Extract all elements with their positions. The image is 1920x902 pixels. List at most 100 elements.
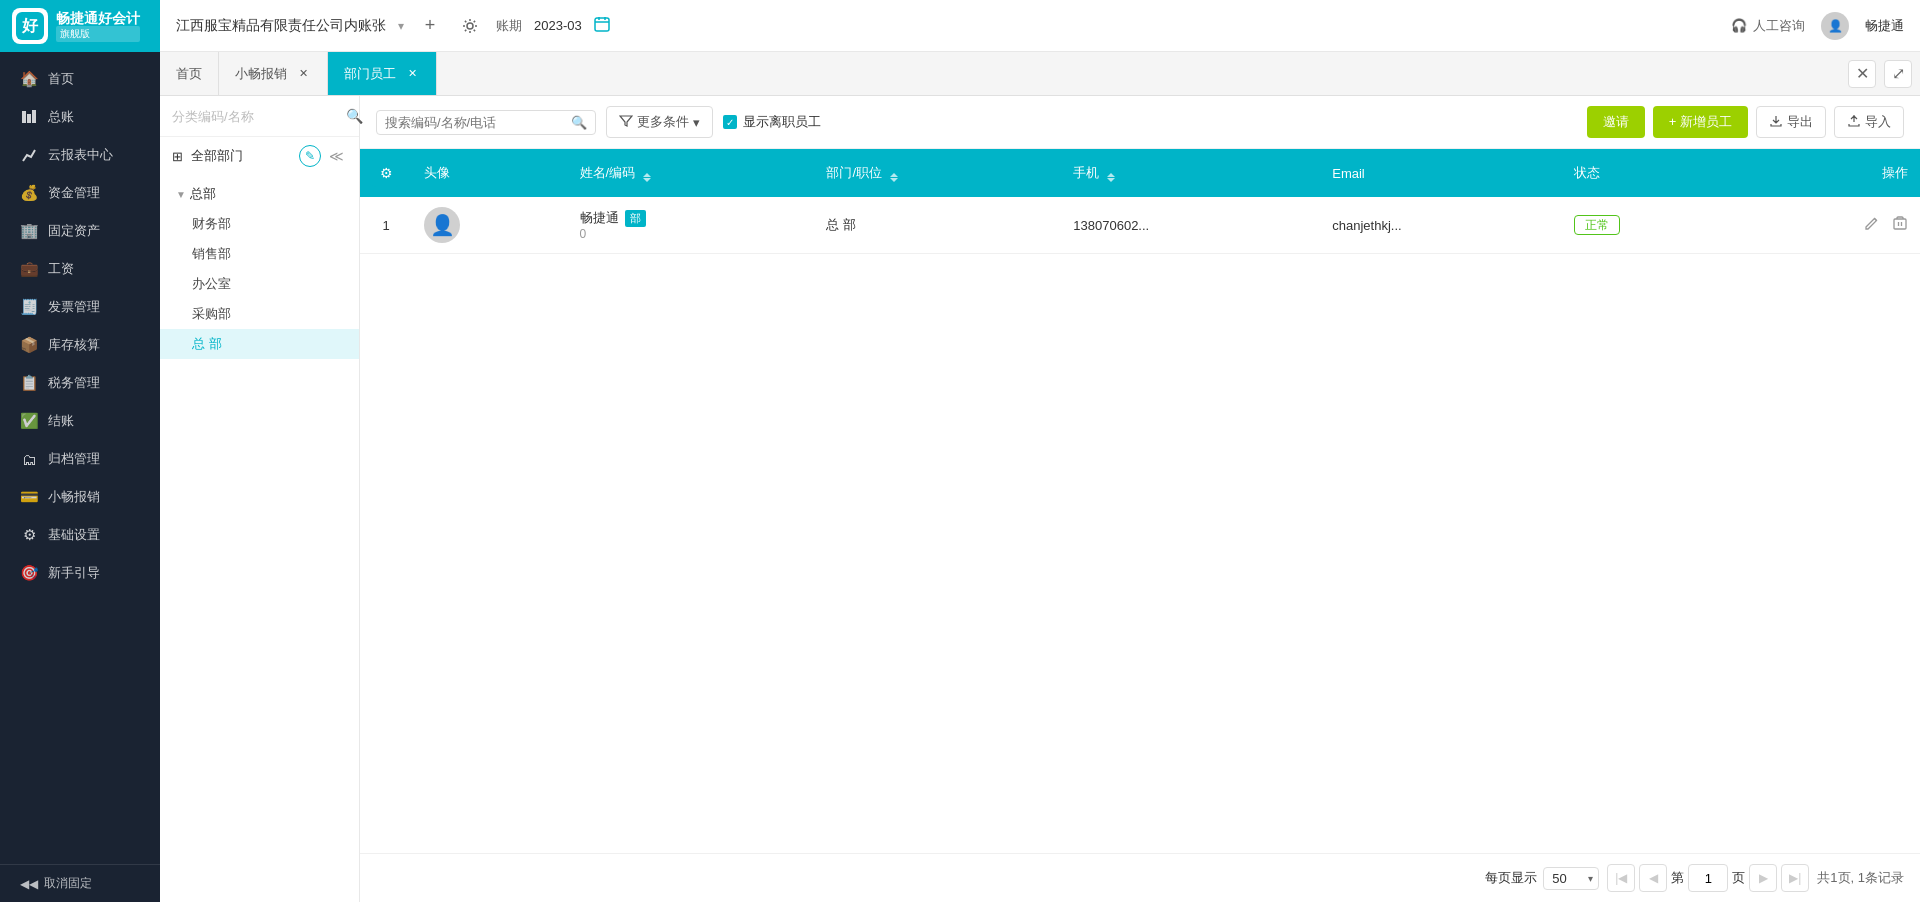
tab-expense-close[interactable]: ✕: [295, 66, 311, 82]
sidebar-item-invoice[interactable]: 🧾 发票管理: [0, 288, 160, 326]
add-employee-button[interactable]: + 新增员工: [1653, 106, 1748, 138]
tab-home[interactable]: 首页: [160, 52, 219, 95]
last-page-button[interactable]: ▶|: [1781, 864, 1809, 892]
first-page-button[interactable]: |◀: [1607, 864, 1635, 892]
period-value: 2023-03: [534, 18, 582, 33]
col-avatar: 头像: [412, 149, 568, 197]
col-actions: 操作: [1744, 149, 1920, 197]
sidebar-item-label: 基础设置: [48, 526, 100, 544]
sidebar-item-label: 归档管理: [48, 450, 100, 468]
filter-button[interactable]: 更多条件 ▾: [606, 106, 713, 138]
sidebar-item-inventory[interactable]: 📦 库存核算: [0, 326, 160, 364]
payroll-icon: 💼: [20, 260, 38, 278]
company-dropdown-arrow[interactable]: ▾: [398, 19, 404, 33]
dept-sort-icon[interactable]: [890, 173, 898, 182]
export-button[interactable]: 导出: [1756, 106, 1826, 138]
current-page-input[interactable]: [1688, 864, 1728, 892]
sidebar-item-payroll[interactable]: 💼 工资: [0, 250, 160, 288]
dept-node-finance[interactable]: 财务部: [160, 209, 359, 239]
sidebar-item-tax[interactable]: 📋 税务管理: [0, 364, 160, 402]
pagination: 每页显示 50 20 100 ▾ |◀ ◀ 第: [360, 853, 1920, 902]
table-settings-button[interactable]: ⚙: [372, 159, 400, 187]
row-avatar: 👤: [412, 197, 568, 254]
cancel-fixed-label: 取消固定: [44, 875, 92, 892]
col-name[interactable]: 姓名/编码: [568, 149, 815, 197]
invite-button[interactable]: 邀请: [1587, 106, 1645, 138]
row-dept: 总 部: [814, 197, 1061, 254]
dept-node-procurement[interactable]: 采购部: [160, 299, 359, 329]
col-dept[interactable]: 部门/职位: [814, 149, 1061, 197]
sidebar-item-fixed-assets[interactable]: 🏢 固定资产: [0, 212, 160, 250]
name-sort-icon[interactable]: [643, 173, 651, 182]
calendar-icon[interactable]: [594, 16, 610, 35]
sidebar-item-label: 新手引导: [48, 564, 100, 582]
inventory-icon: 📦: [20, 336, 38, 354]
sidebar-item-label: 库存核算: [48, 336, 100, 354]
main-area: 江西服宝精品有限责任公司内账张 ▾ + 账期 2023-03 🎧 人工咨询 👤 …: [160, 0, 1920, 902]
cancel-fixed-button[interactable]: ◀◀ 取消固定: [20, 875, 140, 892]
add-company-button[interactable]: +: [416, 12, 444, 40]
tab-expense[interactable]: 小畅报销 ✕: [219, 52, 328, 95]
sidebar-item-label: 税务管理: [48, 374, 100, 392]
tax-icon: 📋: [20, 374, 38, 392]
tab-dept-employee[interactable]: 部门员工 ✕: [328, 52, 437, 95]
username: 畅捷通: [1865, 17, 1904, 35]
sidebar-item-settings[interactable]: ⚙ 基础设置: [0, 516, 160, 554]
row-phone: 138070602...: [1061, 197, 1320, 254]
company-settings-button[interactable]: [456, 12, 484, 40]
col-phone[interactable]: 手机: [1061, 149, 1320, 197]
expense-icon: 💳: [20, 488, 38, 506]
sidebar-item-reports[interactable]: 云报表中心: [0, 136, 160, 174]
import-button[interactable]: 导入: [1834, 106, 1904, 138]
dept-node-headquarters[interactable]: ▼ 总部: [160, 179, 359, 209]
phone-sort-icon[interactable]: [1107, 173, 1115, 182]
employee-table-container: ⚙ 头像 姓名/编码: [360, 149, 1920, 853]
employee-search-icon[interactable]: 🔍: [571, 115, 587, 130]
svg-point-3: [467, 23, 473, 29]
per-page-selector: 每页显示 50 20 100 ▾: [1485, 867, 1599, 890]
logo-icon: 好: [12, 8, 48, 44]
sidebar-item-label: 总账: [48, 108, 74, 126]
export-label: 导出: [1787, 113, 1813, 131]
employee-search-input[interactable]: [385, 115, 565, 130]
tabs-bar: 首页 小畅报销 ✕ 部门员工 ✕ ✕ ⤢: [160, 52, 1920, 96]
delete-employee-button[interactable]: [1892, 215, 1908, 235]
sidebar-item-archive[interactable]: 🗂 归档管理: [0, 440, 160, 478]
grid-icon: ⊞: [172, 149, 183, 164]
tab-expand-button[interactable]: ⤢: [1884, 60, 1912, 88]
home-icon: 🏠: [20, 70, 38, 88]
employee-main: 🔍 更多条件 ▾ ✓ 显示离职员工: [360, 96, 1920, 902]
show-resigned-checkbox[interactable]: ✓ 显示离职员工: [723, 113, 821, 131]
next-page-button[interactable]: ▶: [1749, 864, 1777, 892]
dept-sidebar: 🔍 ⊞ 全部部门 ✎ ≪ ▼ 总部 财务部: [160, 96, 360, 902]
sidebar-item-label: 云报表中心: [48, 146, 113, 164]
sidebar-item-ledger[interactable]: 总账: [0, 98, 160, 136]
prev-page-button[interactable]: ◀: [1639, 864, 1667, 892]
sidebar-item-guide[interactable]: 🎯 新手引导: [0, 554, 160, 592]
edit-employee-button[interactable]: [1864, 215, 1880, 235]
sidebar-item-checkout[interactable]: ✅ 结账: [0, 402, 160, 440]
dept-search-input[interactable]: [172, 109, 340, 124]
sidebar-item-label: 首页: [48, 70, 74, 88]
tab-dept-label: 部门员工: [344, 65, 396, 83]
reports-icon: [20, 146, 38, 164]
dept-badge: 部: [625, 210, 646, 227]
dept-node-sales[interactable]: 销售部: [160, 239, 359, 269]
per-page-select[interactable]: 50 20 100: [1543, 867, 1599, 890]
dept-tree: ▼ 总部 财务部 销售部 办公室 采购部: [160, 175, 359, 363]
total-info: 共1页, 1条记录: [1817, 869, 1904, 887]
sidebar-item-assets-mgmt[interactable]: 💰 资金管理: [0, 174, 160, 212]
tab-dept-close[interactable]: ✕: [404, 66, 420, 82]
dept-node-office[interactable]: 办公室: [160, 269, 359, 299]
tab-close-button[interactable]: ✕: [1848, 60, 1876, 88]
dept-node-general[interactable]: 总 部: [160, 329, 359, 359]
sidebar-item-expense[interactable]: 💳 小畅报销: [0, 478, 160, 516]
svg-rect-4: [595, 18, 609, 31]
dept-header[interactable]: ⊞ 全部部门 ✎ ≪: [160, 137, 359, 175]
dept-collapse-button[interactable]: ≪: [325, 145, 347, 167]
support-button[interactable]: 🎧 人工咨询: [1731, 17, 1805, 35]
sidebar-item-home[interactable]: 🏠 首页: [0, 60, 160, 98]
dept-edit-button[interactable]: ✎: [299, 145, 321, 167]
resigned-checkbox-box: ✓: [723, 115, 737, 129]
page-label: 页: [1732, 869, 1745, 887]
